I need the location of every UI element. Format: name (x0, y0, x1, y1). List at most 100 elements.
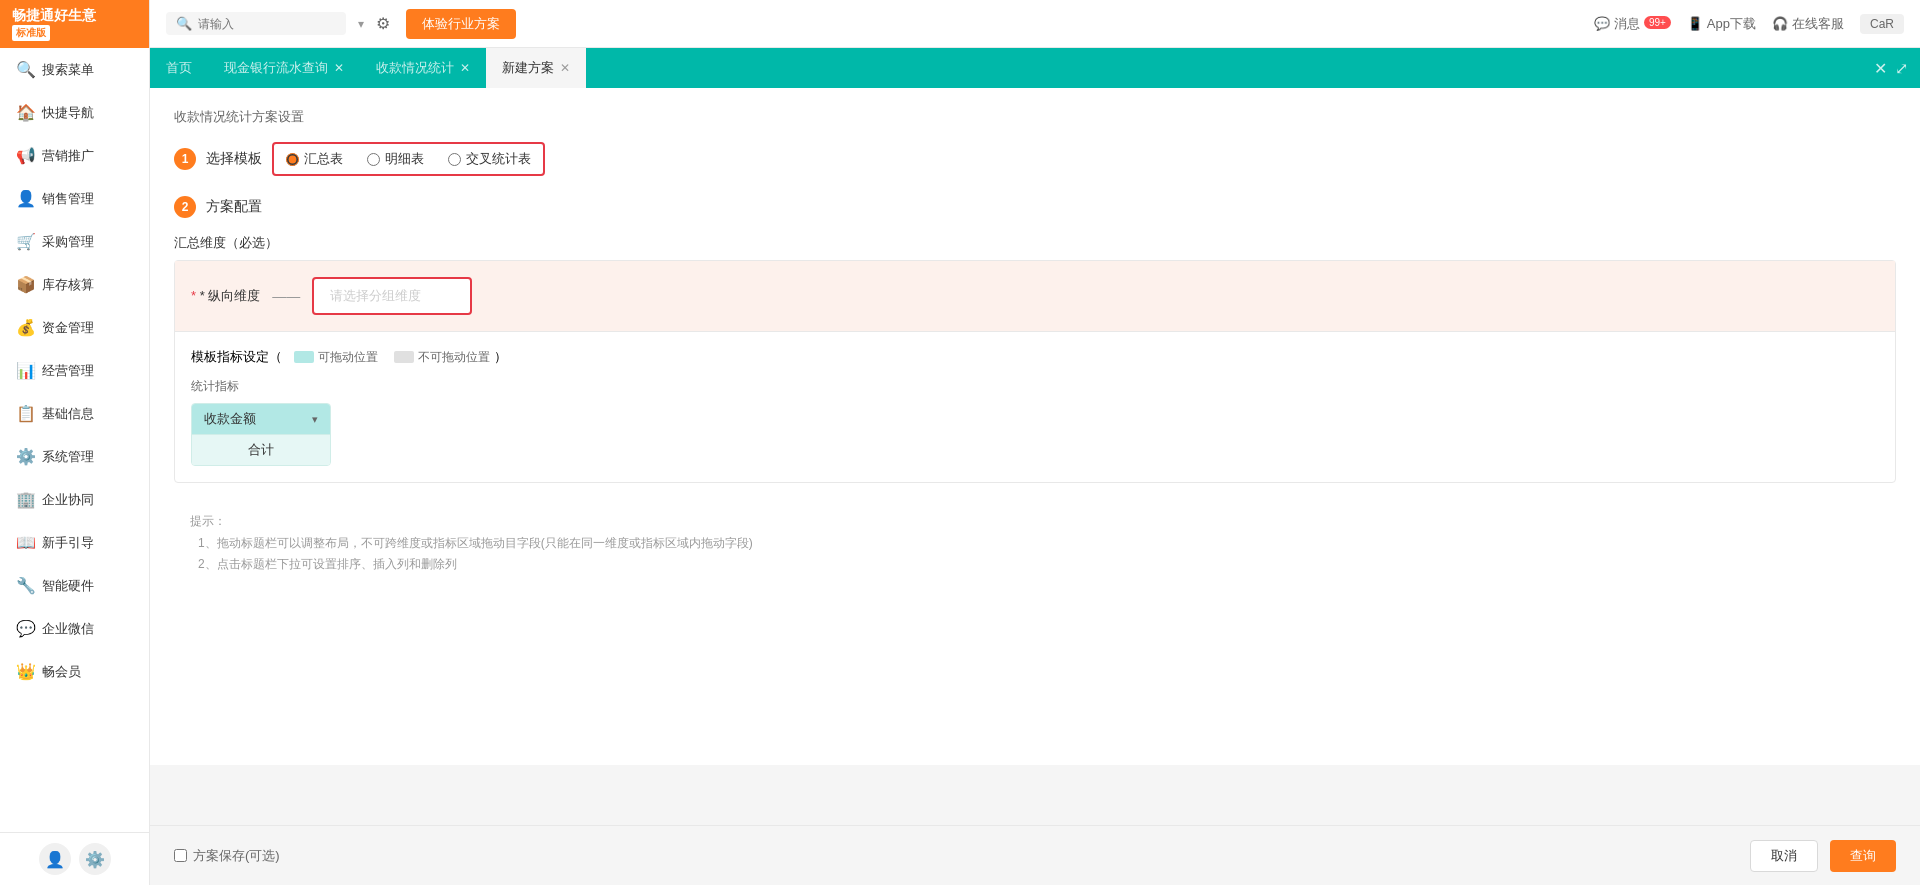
sidebar-logo: 畅捷通好生意 标准版 (0, 0, 149, 48)
topbar: 🔍 ▾ ⚙ 体验行业方案 💬 消息 99+ 📱 App下载 🎧 在线客服 CaR (150, 0, 1920, 48)
settings-icon[interactable]: ⚙ (376, 14, 390, 33)
step2-label: 方案配置 (206, 198, 262, 216)
breadcrumb: 收款情况统计方案设置 (174, 108, 1896, 126)
sidebar-item-guide[interactable]: 📖 新手引导 (0, 521, 149, 564)
chevron-down-icon[interactable]: ▾ (312, 413, 318, 426)
radio-cross-input[interactable] (448, 153, 461, 166)
user-icon: 👤 (16, 189, 34, 208)
stats-table-header[interactable]: 收款金额 ▾ (192, 404, 330, 434)
message-button[interactable]: 💬 消息 99+ (1594, 15, 1671, 33)
radio-cross[interactable]: 交叉统计表 (448, 150, 531, 168)
sidebar-item-label: 企业协同 (42, 491, 94, 509)
tab-close-icon[interactable]: ✕ (560, 62, 570, 74)
content-area: 收款情况统计方案设置 1 选择模板 汇总表 明细表 交叉统计 (150, 88, 1920, 825)
mobile-icon: 📱 (1687, 16, 1703, 31)
gear-icon: ⚙️ (16, 447, 34, 466)
topbar-right: 💬 消息 99+ 📱 App下载 🎧 在线客服 CaR (1594, 14, 1904, 34)
sidebar-item-label: 资金管理 (42, 319, 94, 337)
legend-close-paren: ） (494, 348, 507, 366)
tab-collection-stats[interactable]: 收款情况统计 ✕ (360, 48, 486, 88)
tab-bar: 首页 现金银行流水查询 ✕ 收款情况统计 ✕ 新建方案 ✕ ✕ ⤢ (150, 48, 1920, 88)
save-label: 方案保存(可选) (193, 847, 280, 865)
clipboard-icon: 📋 (16, 404, 34, 423)
radio-detail-input[interactable] (367, 153, 380, 166)
sidebar-item-finance[interactable]: 💰 资金管理 (0, 306, 149, 349)
tips-label: 提示： (190, 511, 1880, 533)
sidebar-item-hardware[interactable]: 🔧 智能硬件 (0, 564, 149, 607)
legend-fixed: 不可拖动位置 (394, 349, 490, 366)
tab-close-icon[interactable]: ✕ (460, 62, 470, 74)
tab-close-icon[interactable]: ✕ (334, 62, 344, 74)
trial-button[interactable]: 体验行业方案 (406, 9, 516, 39)
sidebar-item-member[interactable]: 👑 畅会员 (0, 650, 149, 693)
sidebar-item-operation[interactable]: 📊 经营管理 (0, 349, 149, 392)
search-input[interactable] (198, 17, 328, 31)
sidebar-item-wechat[interactable]: 💬 企业微信 (0, 607, 149, 650)
stats-area: 统计指标 收款金额 ▾ 合计 (191, 378, 1879, 466)
footer-buttons: 取消 查询 (1750, 840, 1896, 872)
arrow-icon: —— (272, 288, 300, 304)
chevron-down-icon[interactable]: ▾ (358, 17, 364, 31)
indicator-title: 模板指标设定（ (191, 348, 282, 366)
tip-2: 2、点击标题栏下拉可设置排序、插入列和删除列 (198, 554, 1880, 576)
sidebar-bottom-icon2[interactable]: ⚙️ (79, 843, 111, 875)
message-icon: 💬 (1594, 16, 1610, 31)
indicator-header: 模板指标设定（ 可拖动位置 不可拖动位置 (191, 348, 1879, 366)
cancel-button[interactable]: 取消 (1750, 840, 1818, 872)
sidebar-item-search-menu[interactable]: 🔍 搜索菜单 (0, 48, 149, 91)
footer: 方案保存(可选) 取消 查询 (150, 825, 1920, 885)
step2-header: 2 方案配置 (174, 196, 1896, 218)
sidebar-item-enterprise[interactable]: 🏢 企业协同 (0, 478, 149, 521)
main-area: 🔍 ▾ ⚙ 体验行业方案 💬 消息 99+ 📱 App下载 🎧 在线客服 CaR (150, 0, 1920, 885)
topbar-search-box[interactable]: 🔍 (166, 12, 346, 35)
dimension-select[interactable]: 请选择分组维度 (312, 277, 472, 315)
radio-detail[interactable]: 明细表 (367, 150, 424, 168)
box-icon: 📦 (16, 275, 34, 294)
save-checkbox[interactable] (174, 849, 187, 862)
sidebar-item-basic-info[interactable]: 📋 基础信息 (0, 392, 149, 435)
crown-icon: 👑 (16, 662, 34, 681)
book-icon: 📖 (16, 533, 34, 552)
sidebar-item-label: 经营管理 (42, 362, 94, 380)
sidebar-bottom: 👤 ⚙️ (0, 832, 149, 885)
sidebar-item-label: 畅会员 (42, 663, 81, 681)
tip-1: 1、拖动标题栏可以调整布局，不可跨维度或指标区域拖动目字段(只能在同一维度或指标… (198, 533, 1880, 555)
sidebar-item-label: 库存核算 (42, 276, 94, 294)
tab-new-plan[interactable]: 新建方案 ✕ (486, 48, 586, 88)
sidebar-item-marketing[interactable]: 📢 营销推广 (0, 134, 149, 177)
close-icon[interactable]: ✕ (1874, 59, 1887, 78)
sidebar-item-quick-nav[interactable]: 🏠 快捷导航 (0, 91, 149, 134)
app-download-button[interactable]: 📱 App下载 (1687, 15, 1756, 33)
sidebar-item-system[interactable]: ⚙️ 系统管理 (0, 435, 149, 478)
wrench-icon: 🔧 (16, 576, 34, 595)
sidebar-item-label: 采购管理 (42, 233, 94, 251)
money-icon: 💰 (16, 318, 34, 337)
query-button[interactable]: 查询 (1830, 840, 1896, 872)
online-service-button[interactable]: 🎧 在线客服 (1772, 15, 1844, 33)
indicator-section: 模板指标设定（ 可拖动位置 不可拖动位置 (175, 332, 1895, 482)
content-inner: 收款情况统计方案设置 1 选择模板 汇总表 明细表 交叉统计 (150, 88, 1920, 765)
step1-header: 1 选择模板 汇总表 明细表 交叉统计表 (174, 142, 1896, 176)
step1-label: 选择模板 (206, 150, 262, 168)
stats-left: 统计指标 收款金额 ▾ 合计 (191, 378, 331, 466)
config-row: * * 纵向维度 —— 请选择分组维度 (175, 261, 1895, 331)
legend-draggable: 可拖动位置 (294, 349, 378, 366)
radio-detail-label: 明细表 (385, 150, 424, 168)
tips-section: 提示： 1、拖动标题栏可以调整布局，不可跨维度或指标区域拖动目字段(只能在同一维… (174, 499, 1896, 588)
headset-icon: 🎧 (1772, 16, 1788, 31)
radio-cross-label: 交叉统计表 (466, 150, 531, 168)
user-avatar[interactable]: CaR (1860, 14, 1904, 34)
sidebar-bottom-icon1[interactable]: 👤 (39, 843, 71, 875)
radio-summary-input[interactable] (286, 153, 299, 166)
sidebar-item-sales[interactable]: 👤 销售管理 (0, 177, 149, 220)
building-icon: 🏢 (16, 490, 34, 509)
step1-num: 1 (174, 148, 196, 170)
tab-home[interactable]: 首页 (150, 48, 208, 88)
maximize-icon[interactable]: ⤢ (1895, 59, 1908, 78)
radio-summary[interactable]: 汇总表 (286, 150, 343, 168)
tab-cash-flow[interactable]: 现金银行流水查询 ✕ (208, 48, 360, 88)
sidebar-item-purchase[interactable]: 🛒 采购管理 (0, 220, 149, 263)
stats-table-cell: 合计 (192, 434, 330, 465)
sidebar-item-inventory[interactable]: 📦 库存核算 (0, 263, 149, 306)
sidebar-item-label: 企业微信 (42, 620, 94, 638)
